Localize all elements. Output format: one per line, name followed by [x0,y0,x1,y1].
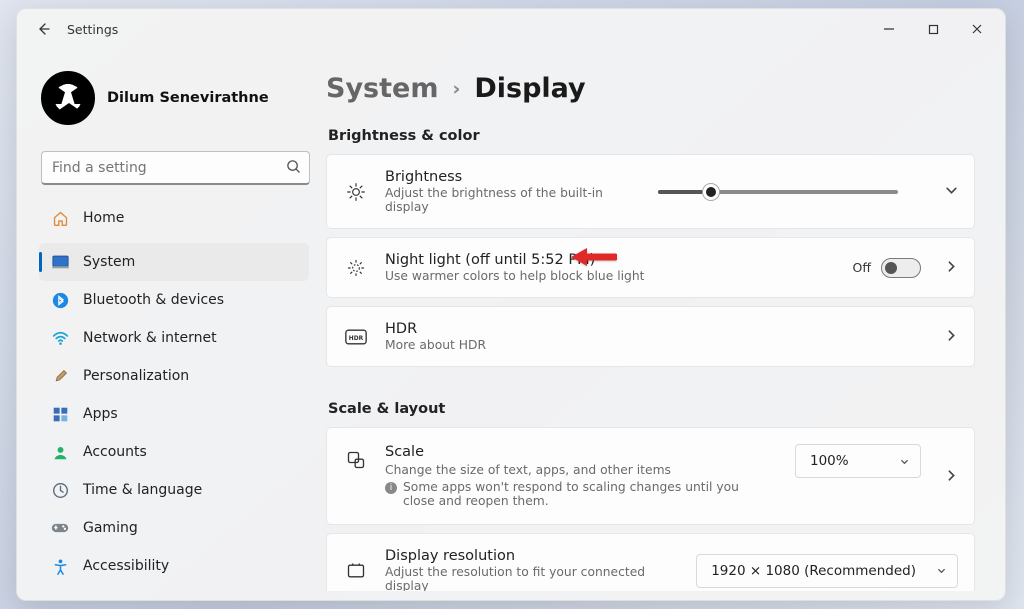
brightness-slider[interactable] [658,190,921,194]
window-controls [867,9,999,49]
chevron-down-icon [936,565,947,576]
titlebar: Settings [17,9,1005,49]
profile-name: Dilum Senevirathne [107,90,269,106]
row-title: Scale [385,444,777,460]
settings-window: Settings Dilum Senevirathne Home [16,8,1006,601]
breadcrumb-parent[interactable]: System [326,73,438,104]
dropdown-value: 1920 × 1080 (Recommended) [711,563,916,579]
accessibility-icon [51,557,69,575]
sun-icon [345,182,367,202]
row-resolution[interactable]: Display resolution Adjust the resolution… [326,533,975,591]
sidebar-item-label: Home [83,210,124,226]
search-icon [286,159,301,178]
sidebar-item-label: Apps [83,406,118,422]
breadcrumb: System › Display [326,73,997,104]
sidebar-nav: Home System Bluetooth & devices Network … [39,199,314,592]
row-night-light[interactable]: Night light (off until 5:52 PM) Use warm… [326,237,975,298]
wifi-icon [51,329,69,347]
sidebar-item-system[interactable]: System [39,243,309,281]
person-icon [51,443,69,461]
toggle-label: Off [853,260,871,275]
chevron-right-icon[interactable] [945,258,958,277]
sidebar-item-time[interactable]: Time & language [39,471,309,509]
breadcrumb-current: Display [474,73,585,104]
sidebar-item-network[interactable]: Network & internet [39,319,309,357]
row-warning: i Some apps won't respond to scaling cha… [385,480,765,508]
chevron-down-icon [899,456,910,467]
scale-dropdown[interactable]: 100% [795,444,921,478]
row-sub: Change the size of text, apps, and other… [385,463,777,477]
section-title-scale: Scale & layout [328,401,975,417]
row-title: Night light (off until 5:52 PM) [385,252,835,268]
chevron-right-icon[interactable] [945,467,958,486]
row-title: Display resolution [385,548,678,564]
sidebar-item-label: Time & language [83,482,202,498]
sidebar-item-bluetooth[interactable]: Bluetooth & devices [39,281,309,319]
resolution-icon [345,561,367,581]
maximize-button[interactable] [911,9,955,49]
sidebar-item-personalization[interactable]: Personalization [39,357,309,395]
chevron-right-icon[interactable] [945,327,958,346]
sidebar-item-gaming[interactable]: Gaming [39,509,309,547]
profile[interactable]: Dilum Senevirathne [41,71,314,125]
home-icon [51,209,69,227]
search-input[interactable] [41,151,310,185]
clock-icon [51,481,69,499]
minimize-button[interactable] [867,9,911,49]
sidebar-item-label: Network & internet [83,330,217,346]
row-sub: More about HDR [385,338,921,352]
sidebar-item-label: Bluetooth & devices [83,292,224,308]
app-title: Settings [67,22,118,37]
sidebar-item-label: Personalization [83,368,189,384]
gamepad-icon [51,519,69,537]
sidebar: Dilum Senevirathne Home System [17,49,322,600]
row-sub: Adjust the resolution to fit your connec… [385,565,678,591]
row-sub: Use warmer colors to help block blue lig… [385,269,835,283]
resolution-dropdown[interactable]: 1920 × 1080 (Recommended) [696,554,958,588]
section-title-brightness: Brightness & color [328,128,975,144]
bluetooth-icon [51,291,69,309]
chevron-down-icon[interactable] [945,182,958,201]
close-button[interactable] [955,9,999,49]
row-scale[interactable]: Scale Change the size of text, apps, and… [326,427,975,525]
content: System › Display Brightness & color Brig… [322,49,1005,600]
night-light-icon [345,258,367,278]
avatar [41,71,95,125]
chevron-right-icon: › [452,78,460,100]
row-sub: Adjust the brightness of the built-in di… [385,186,640,214]
toggle-switch[interactable] [881,258,921,278]
sidebar-item-home[interactable]: Home [39,199,309,237]
search [41,151,310,185]
scale-icon [345,450,367,470]
dropdown-value: 100% [810,453,849,469]
content-scroll[interactable]: Brightness & color Brightness Adjust the… [326,124,997,591]
sidebar-item-label: Accounts [83,444,147,460]
sidebar-item-label: System [83,254,135,270]
system-icon [51,253,69,271]
brush-icon [51,367,69,385]
svg-text:HDR: HDR [349,335,364,341]
info-icon: i [385,482,397,494]
row-hdr[interactable]: HDR HDR More about HDR [326,306,975,367]
sidebar-item-apps[interactable]: Apps [39,395,309,433]
sidebar-item-accounts[interactable]: Accounts [39,433,309,471]
night-light-toggle[interactable]: Off [853,258,921,278]
sidebar-item-label: Accessibility [83,558,169,574]
row-title: Brightness [385,169,640,185]
hdr-icon: HDR [345,329,367,345]
sidebar-item-label: Gaming [83,520,138,536]
back-button[interactable] [23,9,63,49]
row-title: HDR [385,321,921,337]
sidebar-item-accessibility[interactable]: Accessibility [39,547,309,585]
apps-icon [51,405,69,423]
row-brightness[interactable]: Brightness Adjust the brightness of the … [326,154,975,229]
